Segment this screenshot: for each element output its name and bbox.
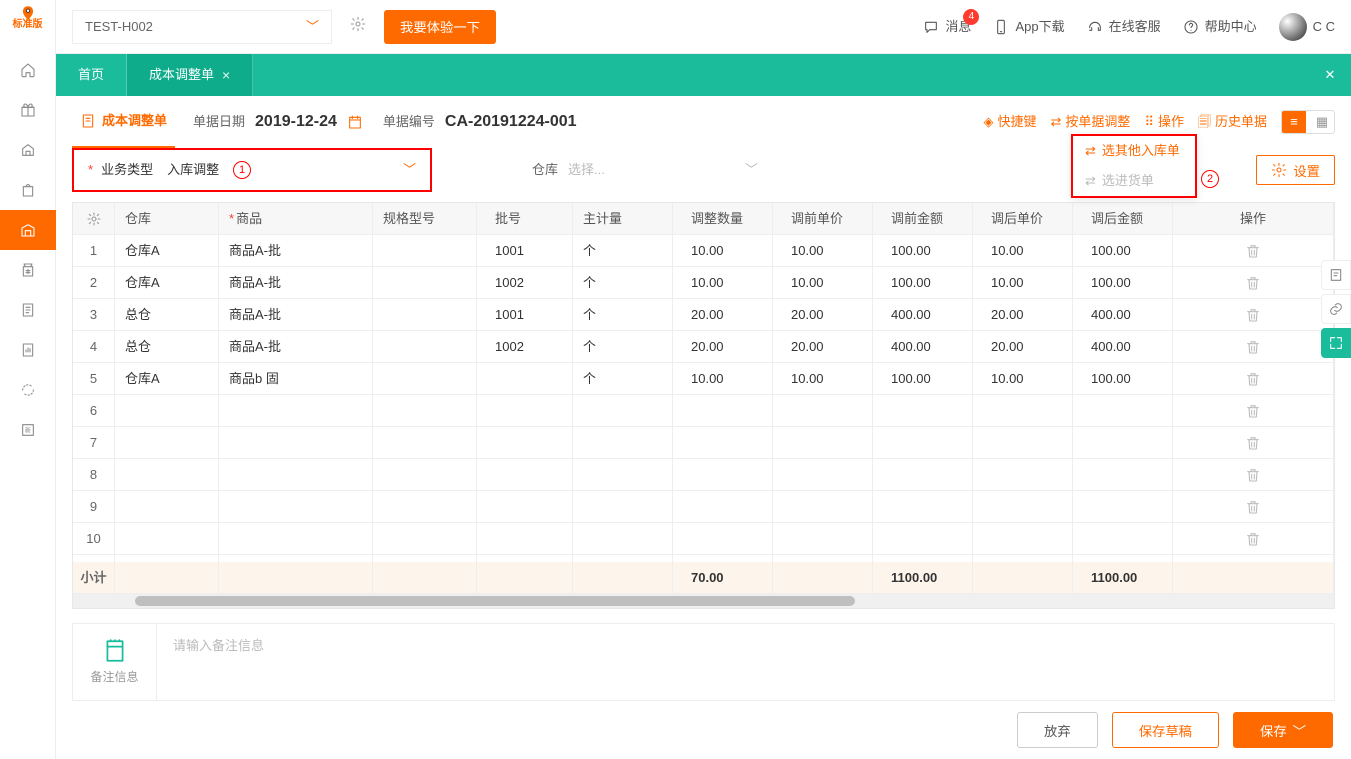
tool-operate[interactable]: ⠿ 操作 xyxy=(1144,112,1184,132)
remark-input[interactable] xyxy=(157,624,1334,700)
side-link-icon[interactable] xyxy=(1321,294,1351,324)
avatar xyxy=(1279,13,1307,41)
grid-header: 仓库 商品 规格型号 批号 主计量 调整数量 调前单价 调前金额 调后单价 调后… xyxy=(73,203,1334,235)
nav-house-icon[interactable] xyxy=(0,130,56,170)
chevron-down-icon: ﹀ xyxy=(1293,721,1306,740)
doc-date[interactable]: 2019-12-24 xyxy=(255,110,337,134)
grid: 仓库 商品 规格型号 批号 主计量 调整数量 调前单价 调前金额 调后单价 调后… xyxy=(72,202,1335,609)
business-type-select[interactable]: * 业务类型 入库调整 1 ﹀ xyxy=(72,148,432,192)
table-row[interactable]: 10 xyxy=(73,523,1334,555)
subtotal-row: 小计 70.00 1100.00 1100.00 xyxy=(73,562,1334,594)
nav-report-icon[interactable] xyxy=(0,330,56,370)
delete-row-icon[interactable] xyxy=(1173,235,1334,266)
tool-shortcut[interactable]: ◈ 快捷键 xyxy=(984,112,1037,132)
menu-item-other-inbound[interactable]: ⇄ 选其他入库单 xyxy=(1073,136,1195,166)
delete-row-icon[interactable] xyxy=(1173,363,1334,394)
table-row[interactable]: 4总仓商品A-批1002个20.0020.00400.0020.00400.00 xyxy=(73,331,1334,363)
table-row[interactable]: 2仓库A商品A-批1002个10.0010.00100.0010.00100.0… xyxy=(73,267,1334,299)
delete-row-icon[interactable] xyxy=(1173,555,1334,562)
side-expand-icon[interactable] xyxy=(1321,328,1351,358)
save-button[interactable]: 保存 ﹀ xyxy=(1233,712,1333,748)
chevron-down-icon: ﹀ xyxy=(306,17,319,37)
nav-new-icon[interactable]: 新 xyxy=(0,410,56,450)
delete-row-icon[interactable] xyxy=(1173,267,1334,298)
messages-badge: 4 xyxy=(963,9,979,25)
gear-icon[interactable] xyxy=(350,16,366,38)
nav-gift-icon[interactable] xyxy=(0,90,56,130)
delete-row-icon[interactable] xyxy=(1173,523,1334,554)
svg-text:新: 新 xyxy=(24,427,30,435)
chevron-down-icon: ﹀ xyxy=(745,160,758,180)
menu-item-purchase: ⇄ 选进货单 xyxy=(1073,166,1195,196)
calendar-icon[interactable] xyxy=(347,114,363,130)
user-menu[interactable]: C C xyxy=(1279,13,1335,41)
nav-sync-icon[interactable] xyxy=(0,370,56,410)
note-icon xyxy=(102,638,128,664)
nav-warehouse-icon[interactable] xyxy=(0,210,56,250)
side-tools xyxy=(1321,260,1351,358)
nav-rail: 标准版 新 xyxy=(0,0,56,759)
nav-bag-icon[interactable] xyxy=(0,170,56,210)
annotation-1: 1 xyxy=(233,161,251,179)
tab-home[interactable]: 首页 xyxy=(56,54,127,96)
grid-view-icon: ▦ xyxy=(1310,111,1334,133)
delete-row-icon[interactable] xyxy=(1173,427,1334,458)
chevron-down-icon: ﹀ xyxy=(403,160,416,180)
delete-row-icon[interactable] xyxy=(1173,395,1334,426)
try-button[interactable]: 我要体验一下 xyxy=(384,10,496,44)
nav-money-icon[interactable] xyxy=(0,250,56,290)
table-row[interactable]: 8 xyxy=(73,459,1334,491)
warehouse-select[interactable]: 仓库 选择... ﹀ xyxy=(532,160,758,180)
table-row[interactable]: 3总仓商品A-批1001个20.0020.00400.0020.00400.00 xyxy=(73,299,1334,331)
org-selector[interactable]: TEST-H002 ﹀ xyxy=(72,10,332,44)
annotation-2: 2 xyxy=(1201,170,1219,188)
settings-button[interactable]: 设置 xyxy=(1256,155,1335,185)
close-all-icon[interactable]: ✕ xyxy=(1309,54,1351,96)
top-header: TEST-H002 ﹀ 我要体验一下 消息 4 App下载 在线客服 xyxy=(56,0,1351,54)
tab-cost-adjust[interactable]: 成本调整单 × xyxy=(127,54,253,96)
discard-button[interactable]: 放弃 xyxy=(1017,712,1098,748)
messages-link[interactable]: 消息 4 xyxy=(923,17,971,37)
remark-box: 备注信息 xyxy=(72,623,1335,701)
help-link[interactable]: 帮助中心 xyxy=(1183,17,1257,37)
close-icon[interactable]: × xyxy=(222,65,230,86)
table-row[interactable]: 6 xyxy=(73,395,1334,427)
brand-logo: 标准版 xyxy=(8,4,48,44)
bill-source-menu: ⇄ 选其他入库单 ⇄ 选进货单 xyxy=(1071,134,1197,198)
service-link[interactable]: 在线客服 xyxy=(1087,17,1161,37)
tool-by-bill[interactable]: ⇄ 按单据调整 xyxy=(1051,112,1131,132)
nav-home-icon[interactable] xyxy=(0,50,56,90)
list-view-icon: ≡ xyxy=(1282,111,1306,133)
doc-code: CA-20191224-001 xyxy=(445,110,577,134)
side-note-icon[interactable] xyxy=(1321,260,1351,290)
table-row[interactable]: 11 xyxy=(73,555,1334,562)
delete-row-icon[interactable] xyxy=(1173,459,1334,490)
nav-sheet-icon[interactable] xyxy=(0,290,56,330)
table-row[interactable]: 1仓库A商品A-批1001个10.0010.00100.0010.00100.0… xyxy=(73,235,1334,267)
app-download-link[interactable]: App下载 xyxy=(993,17,1064,37)
save-draft-button[interactable]: 保存草稿 xyxy=(1112,712,1219,748)
delete-row-icon[interactable] xyxy=(1173,299,1334,330)
tool-history[interactable]: 🗐 历史单据 xyxy=(1198,112,1267,132)
doc-title: 成本调整单 xyxy=(72,96,175,148)
tabbar: 首页 成本调整单 × ✕ xyxy=(56,54,1351,96)
table-row[interactable]: 5仓库A商品b 固个10.0010.00100.0010.00100.00 xyxy=(73,363,1334,395)
table-row[interactable]: 7 xyxy=(73,427,1334,459)
view-switch[interactable]: ≡▦ xyxy=(1281,110,1335,134)
delete-row-icon[interactable] xyxy=(1173,331,1334,362)
gear-icon[interactable] xyxy=(73,203,115,234)
delete-row-icon[interactable] xyxy=(1173,491,1334,522)
horizontal-scrollbar[interactable] xyxy=(73,594,1334,608)
table-row[interactable]: 9 xyxy=(73,491,1334,523)
